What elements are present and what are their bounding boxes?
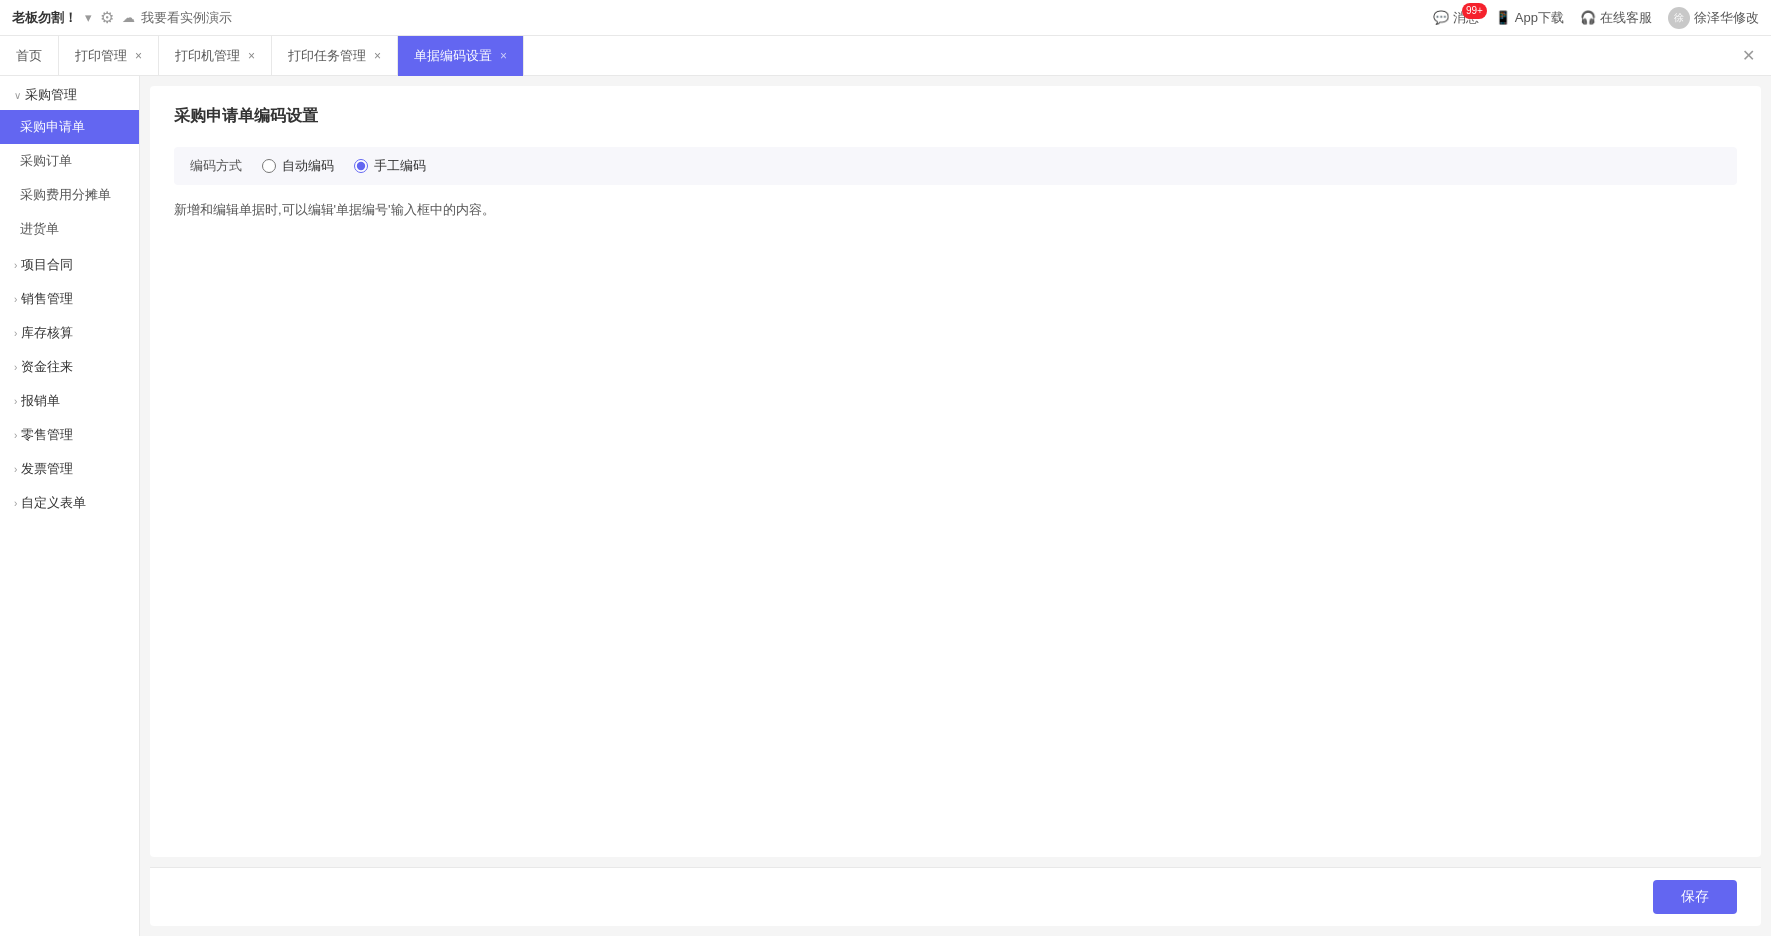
top-bar-right: 💬 消息 99+ 📱 App下载 🎧 在线客服 徐 徐泽华修改 — [1433, 7, 1759, 29]
sidebar-group-returns-title[interactable]: › 报销单 — [0, 382, 139, 416]
auto-code-label: 自动编码 — [282, 157, 334, 175]
search-bar[interactable]: ☁ 我要看实例演示 — [122, 9, 232, 27]
tab-printer-mgmt[interactable]: 打印机管理 × — [159, 36, 272, 76]
chevron-down-icon: ∨ — [14, 90, 21, 101]
manual-code-radio[interactable] — [354, 159, 368, 173]
user-menu[interactable]: 徐 徐泽华修改 — [1668, 7, 1759, 29]
sidebar-group-sales: › 销售管理 — [0, 280, 139, 314]
tab-print-mgmt[interactable]: 打印管理 × — [59, 36, 159, 76]
hint-text: 新增和编辑单据时,可以编辑'单据编号'输入框中的内容。 — [174, 201, 1737, 219]
sidebar-group-project-contract-label: 项目合同 — [21, 256, 73, 274]
sidebar-group-invoice: › 发票管理 — [0, 450, 139, 484]
tab-order-code-setting[interactable]: 单据编码设置 × — [398, 36, 524, 76]
tab-printer-mgmt-label: 打印机管理 — [175, 47, 240, 65]
chevron-right-icon-2: › — [14, 294, 17, 305]
sidebar-group-retail-label: 零售管理 — [21, 426, 73, 444]
tab-print-task-mgmt[interactable]: 打印任务管理 × — [272, 36, 398, 76]
tab-print-mgmt-close[interactable]: × — [135, 49, 142, 63]
search-text: 我要看实例演示 — [141, 9, 232, 27]
sidebar-group-purchase-label: 采购管理 — [25, 86, 77, 104]
tab-print-task-mgmt-label: 打印任务管理 — [288, 47, 366, 65]
sidebar-group-sales-label: 销售管理 — [21, 290, 73, 308]
app-download-button[interactable]: 📱 App下载 — [1495, 9, 1564, 27]
tab-order-code-setting-close[interactable]: × — [500, 49, 507, 63]
online-service-button[interactable]: 🎧 在线客服 — [1580, 9, 1652, 27]
tab-print-mgmt-label: 打印管理 — [75, 47, 127, 65]
content-area: 采购申请单编码设置 编码方式 自动编码 手工编码 新增和编辑单据时,可以编辑'单… — [140, 76, 1771, 936]
top-bar-left: 老板勿割！ ▾ ⚙ ☁ 我要看实例演示 — [12, 8, 232, 27]
phone-icon: 📱 — [1495, 10, 1511, 25]
online-service-label: 在线客服 — [1600, 9, 1652, 27]
sidebar-group-custom-forms-title[interactable]: › 自定义表单 — [0, 484, 139, 518]
message-button[interactable]: 💬 消息 99+ — [1433, 9, 1479, 27]
tab-home-label: 首页 — [16, 47, 42, 65]
sidebar-item-purchase-expense[interactable]: 采购费用分摊单 — [0, 178, 139, 212]
sidebar-group-sales-title[interactable]: › 销售管理 — [0, 280, 139, 314]
tab-bar-global-close[interactable]: ✕ — [1726, 46, 1771, 65]
chevron-right-icon-8: › — [14, 498, 17, 509]
sidebar: ∨ 采购管理 采购申请单 采购订单 采购费用分摊单 进货单 › 项目合同 — [0, 76, 140, 936]
sidebar-group-custom-forms: › 自定义表单 — [0, 484, 139, 518]
sidebar-group-retail-title[interactable]: › 零售管理 — [0, 416, 139, 450]
sidebar-group-purchase-title[interactable]: ∨ 采购管理 — [0, 76, 139, 110]
tab-printer-mgmt-close[interactable]: × — [248, 49, 255, 63]
sidebar-item-stock-in[interactable]: 进货单 — [0, 212, 139, 246]
settings-icon[interactable]: ⚙ — [100, 8, 114, 27]
chevron-right-icon-3: › — [14, 328, 17, 339]
message-badge: 99+ — [1462, 3, 1487, 19]
chevron-right-icon-6: › — [14, 430, 17, 441]
tab-order-code-setting-label: 单据编码设置 — [414, 47, 492, 65]
sidebar-group-returns: › 报销单 — [0, 382, 139, 416]
sidebar-group-invoice-label: 发票管理 — [21, 460, 73, 478]
sidebar-group-purchase: ∨ 采购管理 采购申请单 采购订单 采购费用分摊单 进货单 — [0, 76, 139, 246]
chevron-right-icon-5: › — [14, 396, 17, 407]
manual-code-label: 手工编码 — [374, 157, 426, 175]
save-button[interactable]: 保存 — [1653, 880, 1737, 914]
tab-bar: 首页 打印管理 × 打印机管理 × 打印任务管理 × 单据编码设置 × ✕ — [0, 36, 1771, 76]
logo-text: 老板勿割！ — [12, 9, 77, 27]
tab-print-task-mgmt-close[interactable]: × — [374, 49, 381, 63]
sidebar-item-purchase-order[interactable]: 采购订单 — [0, 144, 139, 178]
auto-code-radio[interactable] — [262, 159, 276, 173]
sidebar-group-returns-label: 报销单 — [21, 392, 60, 410]
dropdown-icon[interactable]: ▾ — [85, 10, 92, 25]
sidebar-group-fund-title[interactable]: › 资金往来 — [0, 348, 139, 382]
chevron-right-icon: › — [14, 260, 17, 271]
sidebar-group-invoice-title[interactable]: › 发票管理 — [0, 450, 139, 484]
code-method-row: 编码方式 自动编码 手工编码 — [174, 147, 1737, 185]
content-main: 采购申请单编码设置 编码方式 自动编码 手工编码 新增和编辑单据时,可以编辑'单… — [150, 86, 1761, 857]
search-icon: ☁ — [122, 10, 135, 25]
tab-home[interactable]: 首页 — [0, 36, 59, 76]
sidebar-group-inventory-title[interactable]: › 库存核算 — [0, 314, 139, 348]
headset-icon: 🎧 — [1580, 10, 1596, 25]
top-bar: 老板勿割！ ▾ ⚙ ☁ 我要看实例演示 💬 消息 99+ 📱 App下载 🎧 在… — [0, 0, 1771, 36]
main-layout: ∨ 采购管理 采购申请单 采购订单 采购费用分摊单 进货单 › 项目合同 — [0, 76, 1771, 936]
sidebar-item-purchase-req[interactable]: 采购申请单 — [0, 110, 139, 144]
manual-code-option[interactable]: 手工编码 — [354, 157, 426, 175]
app-download-label: App下载 — [1515, 9, 1564, 27]
chevron-right-icon-4: › — [14, 362, 17, 373]
sidebar-group-inventory: › 库存核算 — [0, 314, 139, 348]
sidebar-group-project-contract: › 项目合同 — [0, 246, 139, 280]
user-name: 徐泽华修改 — [1694, 9, 1759, 27]
content-footer: 保存 — [150, 867, 1761, 926]
message-icon: 💬 — [1433, 10, 1449, 25]
page-title: 采购申请单编码设置 — [174, 106, 1737, 127]
sidebar-group-project-contract-title[interactable]: › 项目合同 — [0, 246, 139, 280]
sidebar-group-inventory-label: 库存核算 — [21, 324, 73, 342]
sidebar-group-fund: › 资金往来 — [0, 348, 139, 382]
chevron-right-icon-7: › — [14, 464, 17, 475]
auto-code-option[interactable]: 自动编码 — [262, 157, 334, 175]
radio-group: 自动编码 手工编码 — [262, 157, 426, 175]
code-method-label: 编码方式 — [190, 157, 242, 175]
sidebar-group-custom-forms-label: 自定义表单 — [21, 494, 86, 512]
sidebar-group-retail: › 零售管理 — [0, 416, 139, 450]
avatar: 徐 — [1668, 7, 1690, 29]
sidebar-group-fund-label: 资金往来 — [21, 358, 73, 376]
